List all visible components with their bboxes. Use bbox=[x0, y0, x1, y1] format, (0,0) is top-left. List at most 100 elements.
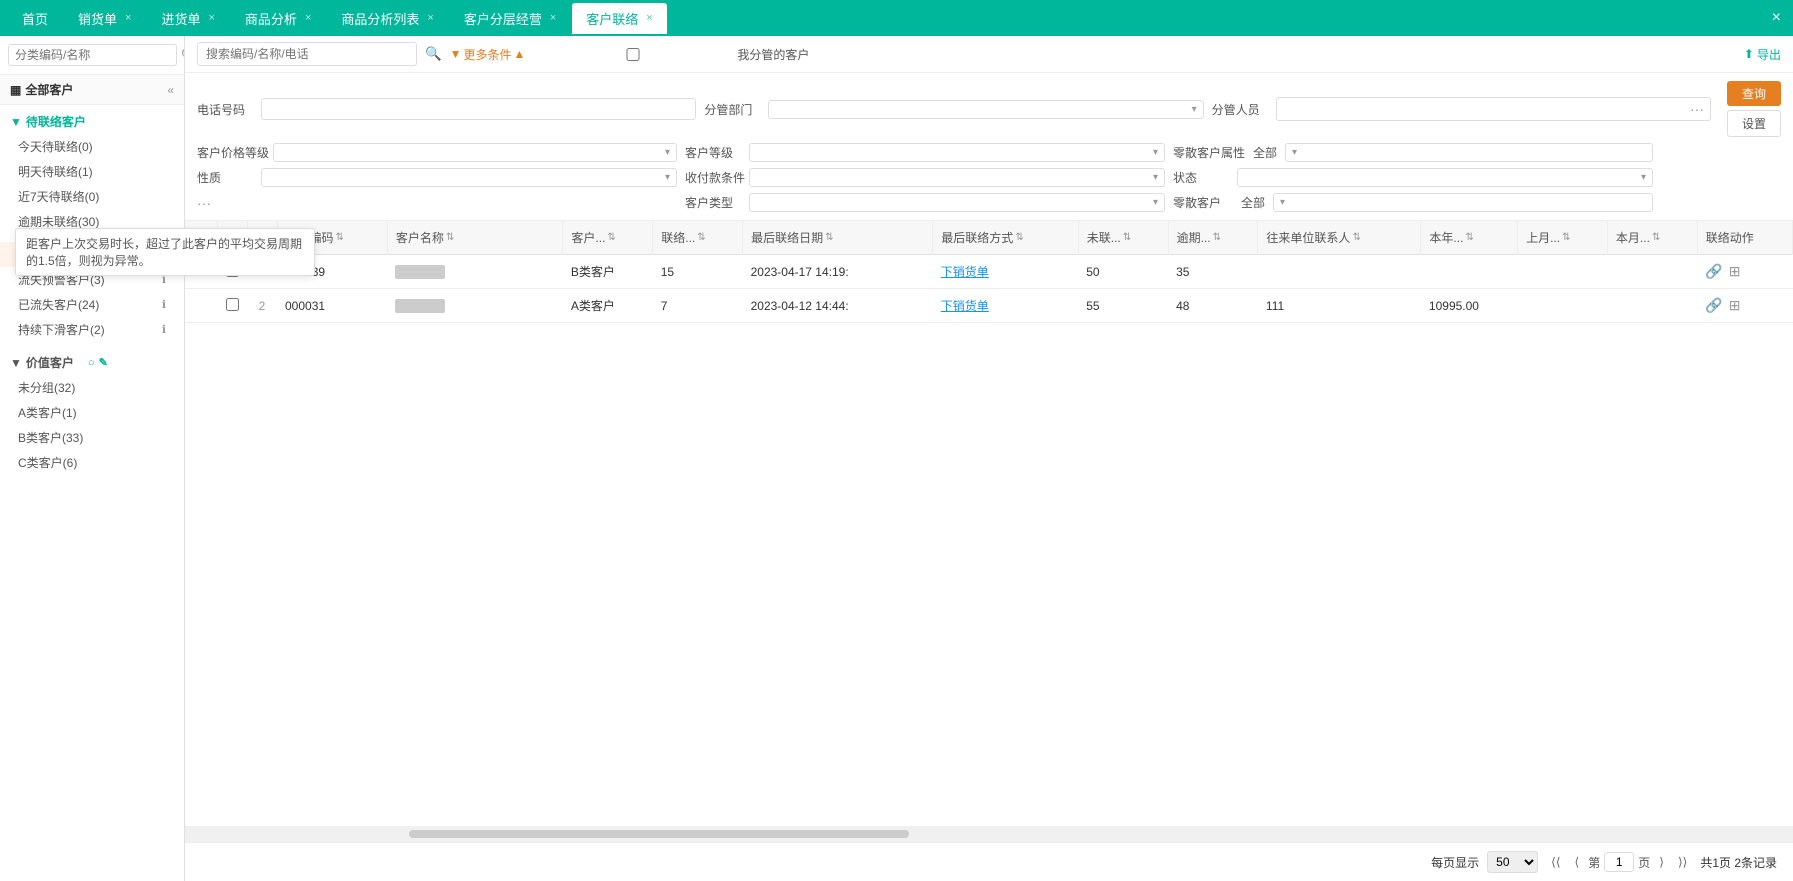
retail-customer-select[interactable]: ▾ bbox=[1273, 193, 1653, 212]
sidebar: 🔍 ▦ 全部客户 « ▼ 待联络客户 今天待联络(0) 明天待联络(1) 近7天… bbox=[0, 36, 185, 881]
col-last-month: 上月... ⇅ bbox=[1518, 221, 1608, 255]
info-icon-declining[interactable]: ℹ bbox=[162, 323, 166, 336]
nav-customer-contact[interactable]: 客户联络 × bbox=[572, 3, 666, 34]
table-header-row: ⚙ 客户编码 ⇅ bbox=[185, 221, 1793, 255]
manager-ellipsis[interactable]: ··· bbox=[1690, 101, 1704, 117]
export-button[interactable]: ⬆ 导出 bbox=[1744, 46, 1781, 63]
scrollbar-thumb[interactable] bbox=[409, 830, 909, 838]
close-customer-segment[interactable]: × bbox=[550, 12, 556, 24]
value-group-settings-icon[interactable]: ✎ bbox=[99, 356, 108, 369]
my-customers-checkbox-label[interactable]: 我分管的客户 bbox=[533, 46, 809, 63]
nav-product-analysis-list[interactable]: 商品分析列表 × bbox=[327, 3, 447, 34]
last-month-sort-icon[interactable]: ⇅ bbox=[1562, 232, 1570, 243]
phone-input[interactable] bbox=[261, 98, 696, 120]
this-year-sort-icon[interactable]: ⇅ bbox=[1465, 232, 1473, 243]
this-month-sort-icon[interactable]: ⇅ bbox=[1652, 232, 1660, 243]
sidebar-search-input[interactable] bbox=[8, 44, 177, 66]
retail-attribute-select[interactable]: ▾ bbox=[1285, 143, 1653, 162]
row-last-contact-date: 2023-04-12 14:44: bbox=[743, 289, 933, 323]
overdue-sort-icon[interactable]: ⇅ bbox=[1213, 232, 1221, 243]
customer-type-select[interactable]: ▾ bbox=[749, 193, 1165, 212]
price-level-select[interactable]: ▾ bbox=[273, 143, 677, 162]
col-this-month: 本月... ⇅ bbox=[1607, 221, 1697, 255]
col-company-contact: 往来单位联系人 ⇅ bbox=[1258, 221, 1421, 255]
nav-customer-segment[interactable]: 客户分层经营 × bbox=[450, 3, 570, 34]
close-purchase-order[interactable]: × bbox=[208, 12, 214, 24]
col-last-contact-date: 最后联络日期 ⇅ bbox=[743, 221, 933, 255]
search-input[interactable] bbox=[197, 42, 417, 66]
retail-customer-all-label: 全部 bbox=[1241, 194, 1265, 211]
nav-sales-order[interactable]: 销货单 × bbox=[64, 3, 145, 34]
nav-product-analysis[interactable]: 商品分析 × bbox=[231, 3, 325, 34]
nav-purchase-order[interactable]: 进货单 × bbox=[147, 3, 228, 34]
grid-action-icon[interactable]: ⊞ bbox=[1729, 263, 1741, 280]
sidebar-collapse-btn[interactable]: « bbox=[167, 83, 174, 97]
close-sales-order[interactable]: × bbox=[125, 12, 131, 24]
filter-row-1: 电话号码 分管部门 ▾ 分管人员 ··· bbox=[197, 81, 1781, 137]
payment-select[interactable]: ▾ bbox=[749, 168, 1165, 187]
close-product-analysis-list[interactable]: × bbox=[427, 12, 433, 24]
last-contact-method-link[interactable]: 下销货单 bbox=[941, 299, 989, 313]
table-row: 1000039B类客户152023-04-17 14:19:下销货单5035🔗⊞ bbox=[185, 255, 1793, 289]
next-page-btn[interactable]: ⟩ bbox=[1654, 853, 1669, 871]
last-contact-method-link[interactable]: 下销货单 bbox=[941, 265, 989, 279]
customer-level-select[interactable]: ▾ bbox=[749, 143, 1165, 162]
chevron-up-icon: ▲ bbox=[514, 47, 526, 61]
filter-row-3: 性质 ▾ 收付款条件 ▾ 状态 bbox=[197, 168, 1781, 187]
code-sort-icon[interactable]: ⇅ bbox=[336, 232, 344, 243]
more-conditions-btn[interactable]: ▼ 更多条件 ▲ bbox=[450, 46, 526, 63]
link-action-icon[interactable]: 🔗 bbox=[1705, 263, 1722, 280]
row-category: B类客户 bbox=[563, 255, 653, 289]
horizontal-scrollbar[interactable] bbox=[209, 830, 1769, 838]
sidebar-item-tomorrow-pending[interactable]: 明天待联络(1) bbox=[0, 159, 184, 184]
nature-select[interactable]: ▾ bbox=[261, 168, 677, 187]
manager-select[interactable]: ··· bbox=[1276, 97, 1711, 121]
row-category: A类客户 bbox=[563, 289, 653, 323]
retail-attribute-all-label: 全部 bbox=[1253, 144, 1277, 161]
page-input[interactable] bbox=[1604, 852, 1634, 872]
sidebar-item-7days-pending[interactable]: 近7天待联络(0) bbox=[0, 184, 184, 209]
last-page-btn[interactable]: ⟩⟩ bbox=[1673, 853, 1692, 871]
sidebar-item-declining[interactable]: 持续下滑客户(2) ℹ bbox=[0, 317, 184, 342]
tooltip-repurchase: 距客户上次交易时长，超过了此客户的平均交易周期的1.5倍，则视为异常。 bbox=[15, 228, 185, 276]
last-contact-method-sort-icon[interactable]: ⇅ bbox=[1015, 232, 1023, 243]
last-contact-date-sort-icon[interactable]: ⇅ bbox=[825, 232, 833, 243]
first-page-btn[interactable]: ⟨⟨ bbox=[1546, 853, 1565, 871]
close-all-tabs[interactable]: × bbox=[1772, 9, 1781, 27]
dept-label: 分管部门 bbox=[704, 101, 764, 118]
category-sort-icon[interactable]: ⇅ bbox=[607, 232, 615, 243]
info-icon-churned[interactable]: ℹ bbox=[162, 298, 166, 311]
link-action-icon[interactable]: 🔗 bbox=[1705, 297, 1722, 314]
name-sort-icon[interactable]: ⇅ bbox=[446, 232, 454, 243]
company-contact-sort-icon[interactable]: ⇅ bbox=[1352, 232, 1360, 243]
close-customer-contact[interactable]: × bbox=[646, 12, 652, 24]
sidebar-item-class-b[interactable]: B类客户(33) bbox=[0, 425, 184, 450]
nature-label: 性质 bbox=[197, 169, 257, 186]
row-actions: 🔗⊞ bbox=[1697, 255, 1792, 289]
sidebar-item-class-c[interactable]: C类客户(6) bbox=[0, 450, 184, 475]
grid-action-icon[interactable]: ⊞ bbox=[1729, 297, 1741, 314]
contact-sort-icon[interactable]: ⇅ bbox=[697, 232, 705, 243]
row-checkbox[interactable] bbox=[226, 298, 239, 311]
row-last-month bbox=[1518, 255, 1608, 289]
prev-page-btn[interactable]: ⟨ bbox=[1570, 853, 1585, 871]
value-group-edit-icon[interactable]: ○ bbox=[88, 357, 95, 369]
uncontacted-sort-icon[interactable]: ⇅ bbox=[1123, 232, 1131, 243]
sidebar-item-today-pending[interactable]: 今天待联络(0) bbox=[0, 134, 184, 159]
sidebar-item-class-a[interactable]: A类客户(1) bbox=[0, 400, 184, 425]
nav-home[interactable]: 首页 bbox=[8, 3, 62, 34]
customer-level-chevron: ▾ bbox=[1153, 147, 1158, 158]
dept-select[interactable]: ▾ bbox=[768, 100, 1203, 119]
row4-ellipsis[interactable]: ··· bbox=[197, 195, 211, 211]
search-button[interactable]: 🔍 bbox=[425, 46, 442, 62]
sidebar-item-ungrouped[interactable]: 未分组(32) bbox=[0, 375, 184, 400]
filter-row-4: ··· 客户类型 ▾ 零散客户 全部 ▾ bbox=[197, 193, 1781, 212]
per-page-select[interactable]: 50 20 100 bbox=[1487, 851, 1538, 873]
query-button[interactable]: 查询 bbox=[1727, 81, 1781, 106]
close-product-analysis[interactable]: × bbox=[305, 12, 311, 24]
my-customers-checkbox[interactable] bbox=[533, 48, 733, 61]
page-unit: 页 bbox=[1638, 854, 1650, 871]
setting-button[interactable]: 设置 bbox=[1727, 110, 1781, 137]
sidebar-item-churned[interactable]: 已流失客户(24) ℹ bbox=[0, 292, 184, 317]
status-select[interactable]: ▾ bbox=[1237, 168, 1653, 187]
